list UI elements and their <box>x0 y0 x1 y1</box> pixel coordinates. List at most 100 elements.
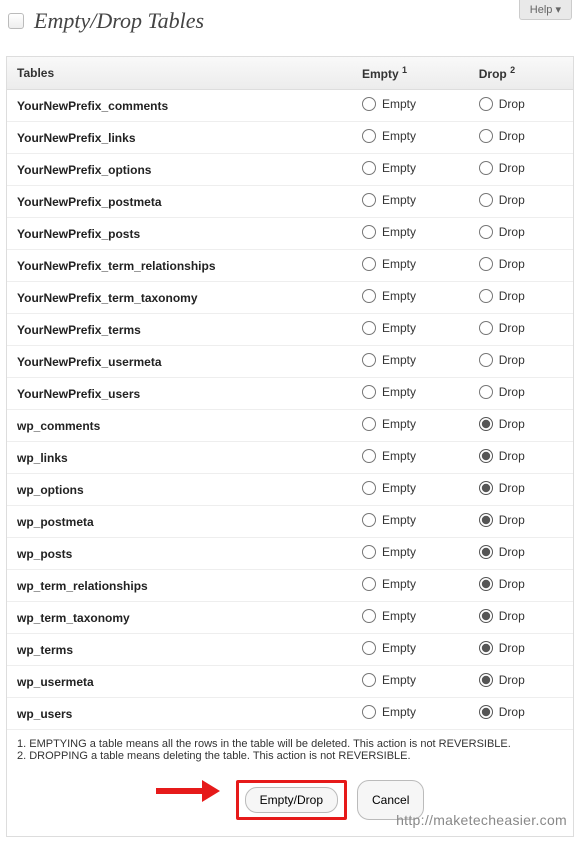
note-drop: 2. DROPPING a table means deleting the t… <box>17 750 563 762</box>
col-empty: Empty 1 <box>352 57 469 90</box>
drop-radio[interactable] <box>479 289 493 303</box>
empty-cell: Empty <box>352 122 469 154</box>
empty-option[interactable]: Empty <box>362 257 416 271</box>
empty-option[interactable]: Empty <box>362 449 416 463</box>
empty-label: Empty <box>382 609 416 623</box>
empty-radio[interactable] <box>362 289 376 303</box>
drop-option[interactable]: Drop <box>479 225 525 239</box>
drop-cell: Drop <box>469 90 573 122</box>
empty-radio[interactable] <box>362 673 376 687</box>
empty-radio[interactable] <box>362 705 376 719</box>
drop-option[interactable]: Drop <box>479 97 525 111</box>
empty-option[interactable]: Empty <box>362 97 416 111</box>
drop-option[interactable]: Drop <box>479 161 525 175</box>
drop-option[interactable]: Drop <box>479 385 525 399</box>
empty-radio[interactable] <box>362 513 376 527</box>
help-tab[interactable]: Help ▾ <box>519 0 572 20</box>
empty-cell: Empty <box>352 282 469 314</box>
empty-radio[interactable] <box>362 161 376 175</box>
drop-radio[interactable] <box>479 545 493 559</box>
drop-option[interactable]: Drop <box>479 673 525 687</box>
empty-label: Empty <box>382 673 416 687</box>
empty-radio[interactable] <box>362 449 376 463</box>
empty-option[interactable]: Empty <box>362 641 416 655</box>
drop-option[interactable]: Drop <box>479 193 525 207</box>
drop-option[interactable]: Drop <box>479 321 525 335</box>
empty-label: Empty <box>382 97 416 111</box>
drop-radio[interactable] <box>479 481 493 495</box>
table-row: wp_termsEmptyDrop <box>7 634 573 666</box>
empty-radio[interactable] <box>362 225 376 239</box>
empty-option[interactable]: Empty <box>362 609 416 623</box>
empty-option[interactable]: Empty <box>362 481 416 495</box>
empty-option[interactable]: Empty <box>362 545 416 559</box>
drop-radio[interactable] <box>479 705 493 719</box>
drop-option[interactable]: Drop <box>479 257 525 271</box>
empty-radio[interactable] <box>362 353 376 367</box>
drop-radio[interactable] <box>479 257 493 271</box>
empty-option[interactable]: Empty <box>362 705 416 719</box>
drop-radio[interactable] <box>479 97 493 111</box>
empty-option[interactable]: Empty <box>362 353 416 367</box>
drop-radio[interactable] <box>479 385 493 399</box>
drop-option[interactable]: Drop <box>479 353 525 367</box>
empty-option[interactable]: Empty <box>362 577 416 591</box>
empty-label: Empty <box>382 321 416 335</box>
empty-radio[interactable] <box>362 481 376 495</box>
drop-label: Drop <box>499 321 525 335</box>
empty-cell: Empty <box>352 186 469 218</box>
empty-radio[interactable] <box>362 545 376 559</box>
empty-option[interactable]: Empty <box>362 673 416 687</box>
empty-option[interactable]: Empty <box>362 513 416 527</box>
drop-radio[interactable] <box>479 321 493 335</box>
drop-option[interactable]: Drop <box>479 641 525 655</box>
empty-radio[interactable] <box>362 417 376 431</box>
empty-radio[interactable] <box>362 321 376 335</box>
empty-radio[interactable] <box>362 193 376 207</box>
drop-option[interactable]: Drop <box>479 513 525 527</box>
empty-radio[interactable] <box>362 257 376 271</box>
empty-label: Empty <box>382 641 416 655</box>
drop-radio[interactable] <box>479 129 493 143</box>
drop-option[interactable]: Drop <box>479 481 525 495</box>
drop-option[interactable]: Drop <box>479 289 525 303</box>
drop-radio[interactable] <box>479 225 493 239</box>
drop-option[interactable]: Drop <box>479 577 525 591</box>
drop-radio[interactable] <box>479 417 493 431</box>
database-icon <box>8 13 24 29</box>
empty-option[interactable]: Empty <box>362 161 416 175</box>
empty-drop-button[interactable]: Empty/Drop <box>245 787 338 813</box>
empty-option[interactable]: Empty <box>362 289 416 303</box>
empty-option[interactable]: Empty <box>362 129 416 143</box>
drop-option[interactable]: Drop <box>479 609 525 623</box>
drop-radio[interactable] <box>479 353 493 367</box>
drop-radio[interactable] <box>479 673 493 687</box>
drop-radio[interactable] <box>479 577 493 591</box>
empty-radio[interactable] <box>362 641 376 655</box>
empty-label: Empty <box>382 225 416 239</box>
drop-radio[interactable] <box>479 161 493 175</box>
drop-option[interactable]: Drop <box>479 705 525 719</box>
empty-radio[interactable] <box>362 577 376 591</box>
drop-radio[interactable] <box>479 513 493 527</box>
empty-option[interactable]: Empty <box>362 225 416 239</box>
empty-radio[interactable] <box>362 385 376 399</box>
drop-cell: Drop <box>469 218 573 250</box>
empty-option[interactable]: Empty <box>362 321 416 335</box>
drop-label: Drop <box>499 129 525 143</box>
drop-option[interactable]: Drop <box>479 129 525 143</box>
empty-radio[interactable] <box>362 97 376 111</box>
empty-option[interactable]: Empty <box>362 417 416 431</box>
empty-option[interactable]: Empty <box>362 193 416 207</box>
drop-option[interactable]: Drop <box>479 417 525 431</box>
drop-option[interactable]: Drop <box>479 545 525 559</box>
empty-option[interactable]: Empty <box>362 385 416 399</box>
drop-radio[interactable] <box>479 609 493 623</box>
empty-radio[interactable] <box>362 609 376 623</box>
drop-option[interactable]: Drop <box>479 449 525 463</box>
drop-radio[interactable] <box>479 641 493 655</box>
empty-label: Empty <box>382 289 416 303</box>
empty-radio[interactable] <box>362 129 376 143</box>
drop-radio[interactable] <box>479 449 493 463</box>
drop-radio[interactable] <box>479 193 493 207</box>
